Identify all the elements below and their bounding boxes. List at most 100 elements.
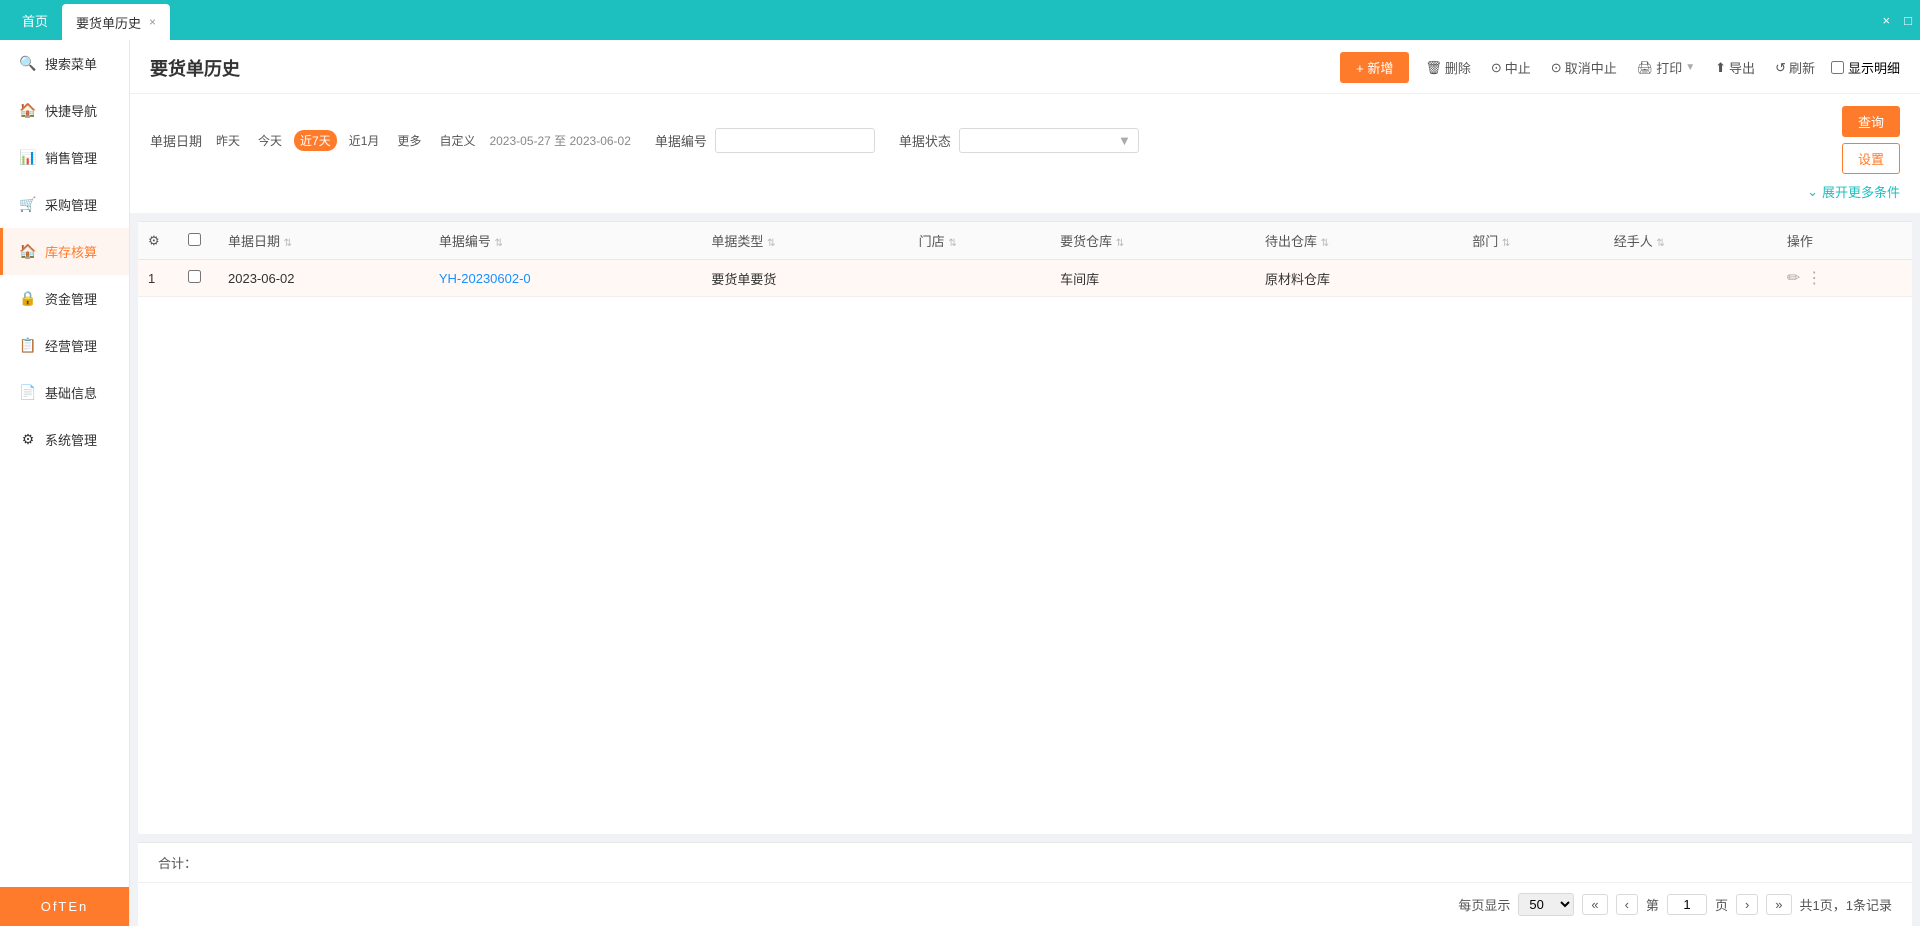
table-body: 1 2023-06-02 YH-20230602-0 要货单要货 车间库 原材料… — [138, 260, 1912, 297]
check-all-input[interactable] — [188, 233, 201, 246]
sidebar-item-sales-label: 销售管理 — [45, 148, 97, 167]
sort-handler-icon[interactable]: ⇅ — [1656, 238, 1664, 249]
table-header-row: ⚙ 单据日期 ⇅ 单据编号 ⇅ 单据类型 — [138, 222, 1912, 260]
page-suffix: 页 — [1715, 895, 1728, 914]
tab-history-label: 要货单历史 — [76, 13, 141, 32]
cell-bill-no[interactable]: YH-20230602-0 — [429, 260, 702, 297]
date-shortcuts: 昨天 今天 近7天 近1月 更多 自定义 — [210, 130, 481, 151]
sidebar-item-finance[interactable]: 🔒 资金管理 — [0, 275, 129, 322]
more-action-icon[interactable]: ⋮ — [1806, 268, 1822, 288]
settings-button[interactable]: 设置 — [1842, 143, 1900, 174]
sidebar-item-basic-info[interactable]: 📄 基础信息 — [0, 369, 129, 416]
shortcut-more[interactable]: 更多 — [391, 130, 427, 151]
filter-row-1: 单据日期 昨天 今天 近7天 近1月 更多 自定义 2023-05-27 至 2… — [150, 106, 1900, 174]
edit-action-icon[interactable]: ✏ — [1787, 268, 1800, 288]
top-bar-actions: × □ — [1883, 13, 1912, 28]
export-button[interactable]: ⬆ 导出 — [1711, 58, 1759, 77]
date-label: 单据日期 — [150, 131, 202, 150]
prev-page-btn[interactable]: ‹ — [1616, 894, 1638, 915]
last-page-btn[interactable]: » — [1766, 894, 1791, 915]
tab-close-icon[interactable]: × — [149, 15, 156, 29]
bill-no-link[interactable]: YH-20230602-0 — [439, 271, 531, 286]
tab-history[interactable]: 要货单历史 × — [62, 4, 170, 40]
window-maximize-btn[interactable]: □ — [1904, 13, 1912, 28]
suspend-icon: ⊙ — [1491, 60, 1502, 76]
filter-area: 单据日期 昨天 今天 近7天 近1月 更多 自定义 2023-05-27 至 2… — [130, 94, 1920, 213]
shortcut-yesterday[interactable]: 昨天 — [210, 130, 246, 151]
table-area: ⚙ 单据日期 ⇅ 单据编号 ⇅ 单据类型 — [138, 221, 1912, 834]
shortcut-custom[interactable]: 自定义 — [433, 130, 481, 151]
cell-handler — [1604, 260, 1777, 297]
sidebar-item-quick-nav[interactable]: 🏠 快捷导航 — [0, 87, 129, 134]
expand-more-btn[interactable]: ⌄ 展开更多条件 — [1807, 182, 1900, 201]
filter-row-2: ⌄ 展开更多条件 — [150, 182, 1900, 201]
operations-icon: 📋 — [19, 337, 37, 355]
query-button[interactable]: 查询 — [1842, 106, 1900, 137]
status-select-wrapper: ▼ — [959, 128, 1139, 153]
bill-no-input[interactable] — [715, 128, 875, 153]
page-prefix: 第 — [1646, 895, 1659, 914]
print-icon: 🖨 — [1637, 60, 1654, 76]
data-table: ⚙ 单据日期 ⇅ 单据编号 ⇅ 单据类型 — [138, 221, 1912, 297]
sort-date-icon[interactable]: ⇅ — [284, 238, 292, 249]
col-date: 单据日期 ⇅ — [218, 222, 429, 260]
sidebar-item-system[interactable]: ⚙ 系统管理 — [0, 416, 129, 463]
window-close-btn[interactable]: × — [1883, 13, 1891, 28]
per-page-label: 每页显示 — [1458, 895, 1510, 914]
cell-action: ✏ ⋮ — [1777, 260, 1912, 297]
show-detail-checkbox[interactable]: 显示明细 — [1831, 58, 1900, 77]
sidebar-item-sales[interactable]: 📊 销售管理 — [0, 134, 129, 181]
sidebar-item-inventory[interactable]: 🏠 库存核算 — [0, 228, 129, 275]
print-button[interactable]: 🖨 打印 ▼ — [1633, 58, 1699, 77]
col-action: 操作 — [1777, 222, 1912, 260]
sidebar-item-search-menu[interactable]: 🔍 搜索菜单 — [0, 40, 129, 87]
print-label: 打印 — [1656, 58, 1682, 77]
sidebar-item-purchase[interactable]: 🛒 采购管理 — [0, 181, 129, 228]
filter-bill-no: 单据编号 — [655, 128, 875, 153]
sort-bill-type-icon[interactable]: ⇅ — [767, 238, 775, 249]
sort-pending-warehouse-icon[interactable]: ⇅ — [1321, 238, 1329, 249]
cell-check[interactable] — [178, 260, 218, 297]
shortcut-today[interactable]: 今天 — [252, 130, 288, 151]
sidebar-logo: OfTEn — [0, 887, 129, 926]
content-area: 要货单历史 + 新增 🗑 删除 ⊙ 中止 ⊙ 取消中止 🖨 打印 — [130, 40, 1920, 926]
row-check-input[interactable] — [188, 270, 201, 283]
status-select[interactable] — [959, 128, 1139, 153]
suspend-button[interactable]: ⊙ 中止 — [1487, 58, 1535, 77]
col-handler: 经手人 ⇅ — [1604, 222, 1777, 260]
expand-label: 展开更多条件 — [1822, 182, 1900, 201]
refresh-label: 刷新 — [1789, 58, 1815, 77]
tab-home[interactable]: 首页 — [8, 0, 62, 40]
finance-icon: 🔒 — [19, 290, 37, 308]
sidebar-item-search-menu-label: 搜索菜单 — [45, 54, 97, 73]
sort-req-warehouse-icon[interactable]: ⇅ — [1116, 238, 1124, 249]
toolbar: + 新增 🗑 删除 ⊙ 中止 ⊙ 取消中止 🖨 打印 ▼ — [1340, 52, 1900, 83]
table-footer: 合计： — [138, 842, 1912, 882]
shortcut-1month[interactable]: 近1月 — [343, 130, 386, 151]
refresh-button[interactable]: ↺ 刷新 — [1771, 58, 1819, 77]
next-page-btn[interactable]: › — [1736, 894, 1758, 915]
sort-store-icon[interactable]: ⇅ — [948, 238, 956, 249]
cancel-suspend-icon: ⊙ — [1551, 60, 1562, 76]
col-settings[interactable]: ⚙ — [138, 222, 178, 260]
col-check-all[interactable] — [178, 222, 218, 260]
delete-button[interactable]: 🗑 删除 — [1421, 58, 1475, 77]
first-page-btn[interactable]: « — [1582, 894, 1607, 915]
sidebar-item-purchase-label: 采购管理 — [45, 195, 97, 214]
export-label: 导出 — [1729, 58, 1755, 77]
shortcut-7days[interactable]: 近7天 — [294, 130, 337, 151]
cancel-suspend-button[interactable]: ⊙ 取消中止 — [1547, 58, 1621, 77]
date-range-display: 2023-05-27 至 2023-06-02 — [489, 132, 630, 149]
sidebar: 🔍 搜索菜单 🏠 快捷导航 📊 销售管理 🛒 采购管理 🏠 库存核算 🔒 资金管… — [0, 40, 130, 926]
page-number-input[interactable] — [1667, 894, 1707, 915]
show-detail-input[interactable] — [1831, 61, 1844, 74]
sort-bill-no-icon[interactable]: ⇅ — [495, 238, 503, 249]
per-page-select[interactable]: 10 20 50 100 — [1518, 893, 1574, 916]
cell-bill-type: 要货单要货 — [701, 260, 908, 297]
sort-department-icon[interactable]: ⇅ — [1502, 238, 1510, 249]
sidebar-item-operations[interactable]: 📋 经营管理 — [0, 322, 129, 369]
top-bar: 首页 要货单历史 × × □ — [0, 0, 1920, 40]
sidebar-item-inventory-label: 库存核算 — [45, 242, 97, 261]
sidebar-item-system-label: 系统管理 — [45, 430, 97, 449]
add-button[interactable]: + 新增 — [1340, 52, 1409, 83]
